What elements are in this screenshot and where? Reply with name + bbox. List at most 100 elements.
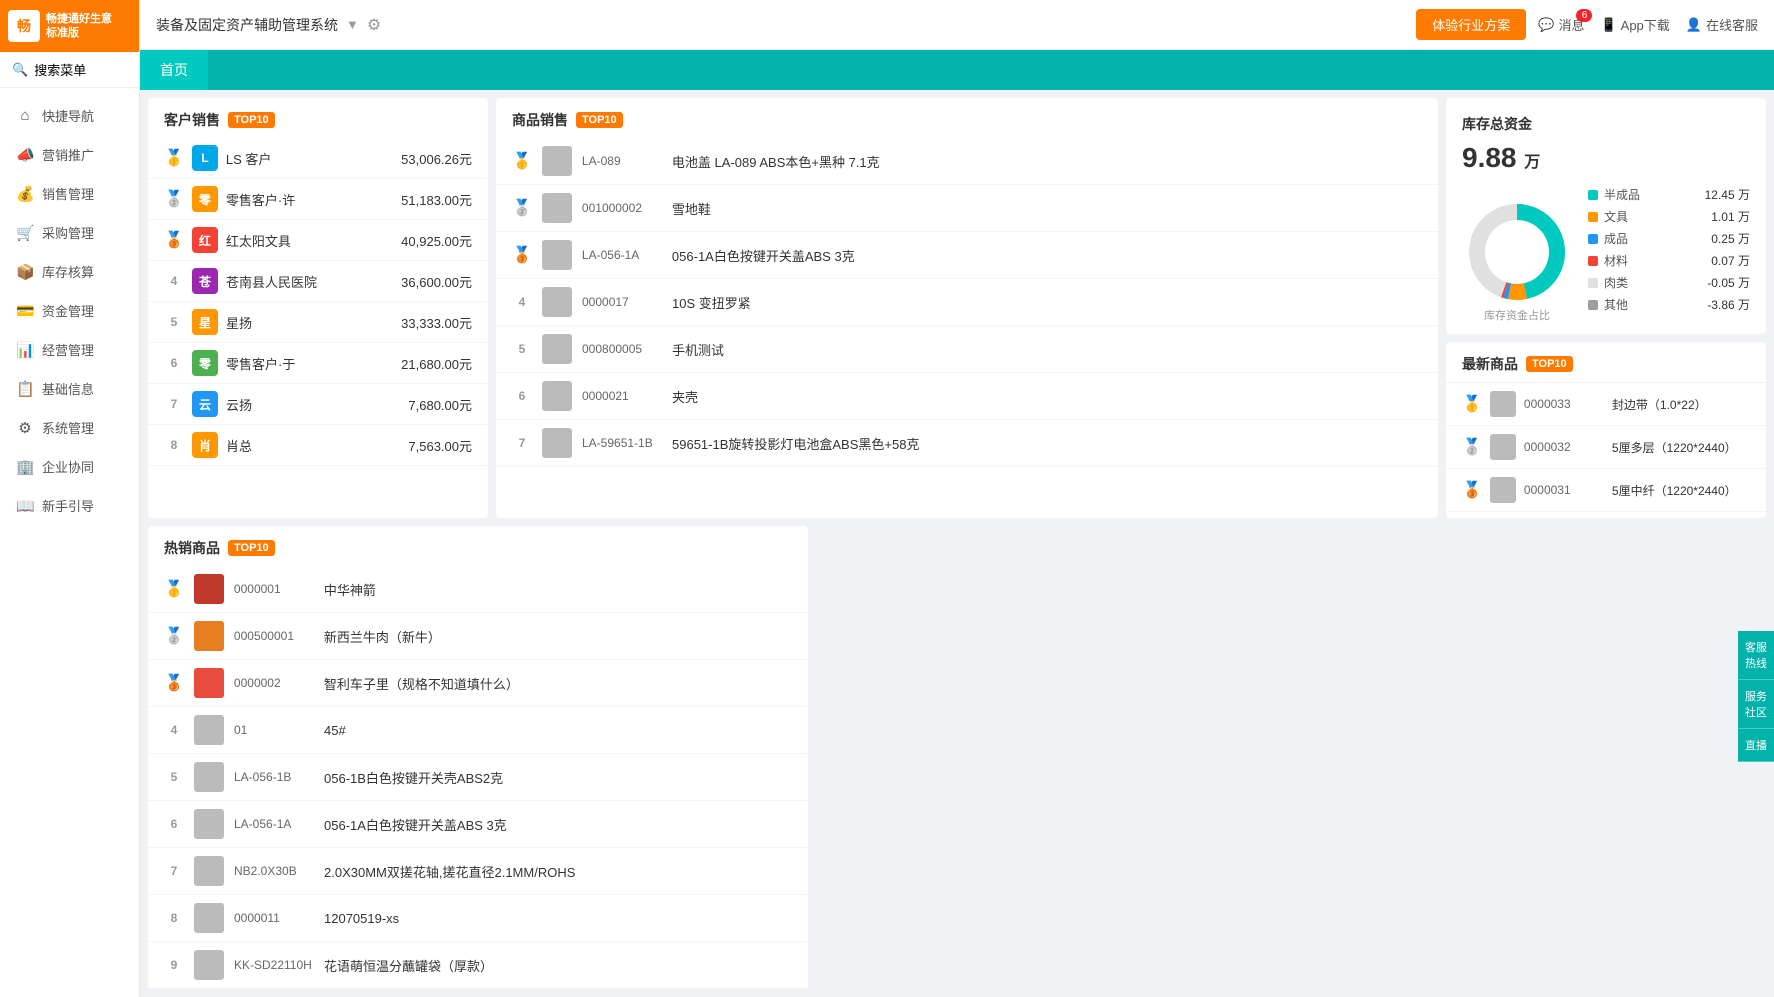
product-image [542, 240, 572, 270]
latest-item[interactable]: 🥇 0000033 封边带（1.0*22） [1446, 383, 1766, 426]
operations-icon: 📊 [16, 341, 34, 359]
medal-icon: 🥇 [512, 151, 532, 171]
product-rank-item[interactable]: 7 LA-59651-1B 59651-1B旋转投影灯电池盒ABS黑色+58克 [496, 420, 1438, 467]
sidebar-item-sales[interactable]: 💰 销售管理 [0, 174, 139, 213]
hot-product-item[interactable]: 🥉 0000002 智利车子里（规格不知道填什么） [148, 660, 808, 707]
live-button[interactable]: 直播 [1738, 729, 1774, 762]
product-image [542, 381, 572, 411]
product-image [542, 193, 572, 223]
legend-item: 肉类 -0.05 万 [1588, 274, 1750, 291]
legend-item: 其他 -3.86 万 [1588, 296, 1750, 313]
legend-item: 成品 0.25 万 [1588, 230, 1750, 247]
hot-products-header: 热销商品 TOP10 [148, 526, 808, 566]
sidebar-item-finance[interactable]: 💳 资金管理 [0, 291, 139, 330]
medal-icon: 🥈 [512, 198, 532, 218]
sidebar-logo: 畅 畅捷通好生意 标准版 [0, 0, 139, 52]
app-download-button[interactable]: 📱 App下载 [1600, 15, 1669, 34]
content: 客户销售 TOP10 🥇 L LS 客户 53,006.26元 🥈 零 零售客户… [140, 90, 1774, 997]
product-image [1490, 477, 1516, 503]
header-system: 装备及固定资产辅助管理系统 ▼ ⚙ [156, 15, 1404, 35]
tab-home[interactable]: 首页 [140, 50, 208, 90]
latest-products-header: 最新商品 TOP10 [1446, 342, 1766, 383]
medal-icon: 🥉 [512, 245, 532, 265]
latest-item[interactable]: 🥈 0000032 5厘多层（1220*2440） [1446, 426, 1766, 469]
system-icon: ⚙ [16, 419, 34, 437]
customer-rank-item[interactable]: 7 云 云扬 7,680.00元 [148, 384, 488, 425]
product-rank-item[interactable]: 🥈 001000002 雪地鞋 [496, 185, 1438, 232]
bottom-row: 热销商品 TOP10 🥇 0000001 中华神箭 🥈 000500001 新西… [148, 526, 1766, 989]
sidebar-item-guide[interactable]: 📖 新手引导 [0, 486, 139, 525]
sidebar-item-system[interactable]: ⚙ 系统管理 [0, 408, 139, 447]
product-rank-item[interactable]: 4 0000017 10S 变扭罗紧 [496, 279, 1438, 326]
inventory-amount: 9.88 万 [1462, 142, 1750, 174]
avatar: 苍 [192, 268, 218, 294]
product-rank-item[interactable]: 🥉 LA-056-1A 056-1A白色按键开关盖ABS 3克 [496, 232, 1438, 279]
customer-rank-item[interactable]: 5 星 星扬 33,333.00元 [148, 302, 488, 343]
header-right: 💬 消息 6 📱 App下载 👤 在线客服 [1538, 15, 1758, 34]
hot-product-item[interactable]: 6 LA-056-1A 056-1A白色按键开关盖ABS 3克 [148, 801, 808, 848]
legend-color [1588, 234, 1598, 244]
medal-icon: 🥇 [1462, 394, 1482, 414]
inventory-icon: 📦 [16, 263, 34, 281]
product-image [194, 903, 224, 933]
product-sales-panel: 商品销售 TOP10 🥇 LA-089 电池盖 LA-089 ABS本色+黑种 … [496, 98, 1438, 518]
service-hotline-button[interactable]: 客服热线 [1738, 631, 1774, 680]
message-button[interactable]: 💬 消息 6 [1538, 15, 1584, 34]
avatar: 云 [192, 391, 218, 417]
service-button[interactable]: 👤 在线客服 [1686, 15, 1758, 34]
customer-rank-item[interactable]: 🥉 红 红太阳文具 40,925.00元 [148, 220, 488, 261]
dropdown-icon[interactable]: ▼ [346, 17, 359, 32]
sidebar-item-purchase[interactable]: 🛒 采购管理 [0, 213, 139, 252]
customer-rank-item[interactable]: 6 零 零售客户·于 21,680.00元 [148, 343, 488, 384]
service-icon: 👤 [1686, 17, 1702, 33]
legend: 半成品 12.45 万 文具 1.01 万 [1588, 186, 1750, 318]
sidebar-item-quick-nav[interactable]: ⌂ 快捷导航 [0, 96, 139, 135]
message-icon: 💬 [1538, 17, 1554, 33]
customer-rank-item[interactable]: 8 肖 肖总 7,563.00元 [148, 425, 488, 466]
system-name: 装备及固定资产辅助管理系统 [156, 15, 338, 35]
product-rank-item[interactable]: 5 000800005 手机测试 [496, 326, 1438, 373]
avatar: 零 [192, 350, 218, 376]
hot-product-item[interactable]: 5 LA-056-1B 056-1B白色按键开关壳ABS2克 [148, 754, 808, 801]
legend-item: 半成品 12.45 万 [1588, 186, 1750, 203]
hot-product-item[interactable]: 8 0000011 12070519-xs [148, 895, 808, 942]
donut-chart: 库存资金占比 [1462, 197, 1572, 307]
product-rank-item[interactable]: 6 0000021 夹壳 [496, 373, 1438, 420]
product-image [542, 428, 572, 458]
avatar: 肖 [192, 432, 218, 458]
medal-icon: 🥇 [164, 148, 184, 168]
product-image [542, 146, 572, 176]
sidebar-item-marketing[interactable]: 📣 营销推广 [0, 135, 139, 174]
try-button[interactable]: 体验行业方案 [1416, 9, 1526, 40]
customer-rank-item[interactable]: 4 苍 苍南县人民医院 36,600.00元 [148, 261, 488, 302]
customer-rank-item[interactable]: 🥇 L LS 客户 53,006.26元 [148, 138, 488, 179]
hot-product-item[interactable]: 🥈 000500001 新西兰牛肉（新牛） [148, 613, 808, 660]
gear-icon[interactable]: ⚙ [367, 15, 381, 35]
hot-product-item[interactable]: 🥇 0000001 中华神箭 [148, 566, 808, 613]
product-image [542, 334, 572, 364]
product-rank-item[interactable]: 🥇 LA-089 电池盖 LA-089 ABS本色+黑种 7.1克 [496, 138, 1438, 185]
hot-product-item[interactable]: 9 KK-SD22110H 花语萌恒温分蘸罐袋（厚款） [148, 942, 808, 989]
avatar: 红 [192, 227, 218, 253]
latest-item[interactable]: 🥉 0000031 5厘中纤（1220*2440） [1446, 469, 1766, 512]
guide-icon: 📖 [16, 497, 34, 515]
latest-item[interactable]: 4 0000030 18多层（1220*2440） [1446, 512, 1766, 518]
customer-rank-item[interactable]: 🥈 零 零售客户·许 51,183.00元 [148, 179, 488, 220]
hot-products-panel: 热销商品 TOP10 🥇 0000001 中华神箭 🥈 000500001 新西… [148, 526, 808, 989]
hot-product-item[interactable]: 4 01 45# [148, 707, 808, 754]
panels: 客户销售 TOP10 🥇 L LS 客户 53,006.26元 🥈 零 零售客户… [140, 90, 1774, 997]
sidebar-item-operations[interactable]: 📊 经营管理 [0, 330, 139, 369]
logo-icon: 畅 [8, 10, 40, 42]
product-image [542, 287, 572, 317]
sidebar-item-basic-info[interactable]: 📋 基础信息 [0, 369, 139, 408]
sidebar-item-inventory[interactable]: 📦 库存核算 [0, 252, 139, 291]
legend-item: 文具 1.01 万 [1588, 208, 1750, 225]
product-image [194, 715, 224, 745]
hot-product-item[interactable]: 7 NB2.0X30B 2.0X30MM双搓花轴,搓花直径2.1MM/ROHS [148, 848, 808, 895]
service-community-button[interactable]: 服务社区 [1738, 680, 1774, 729]
product-image [194, 950, 224, 980]
product-image [194, 809, 224, 839]
search-menu[interactable]: 🔍 搜索菜单 [0, 52, 139, 88]
product-image [1490, 391, 1516, 417]
sidebar-item-enterprise[interactable]: 🏢 企业协同 [0, 447, 139, 486]
